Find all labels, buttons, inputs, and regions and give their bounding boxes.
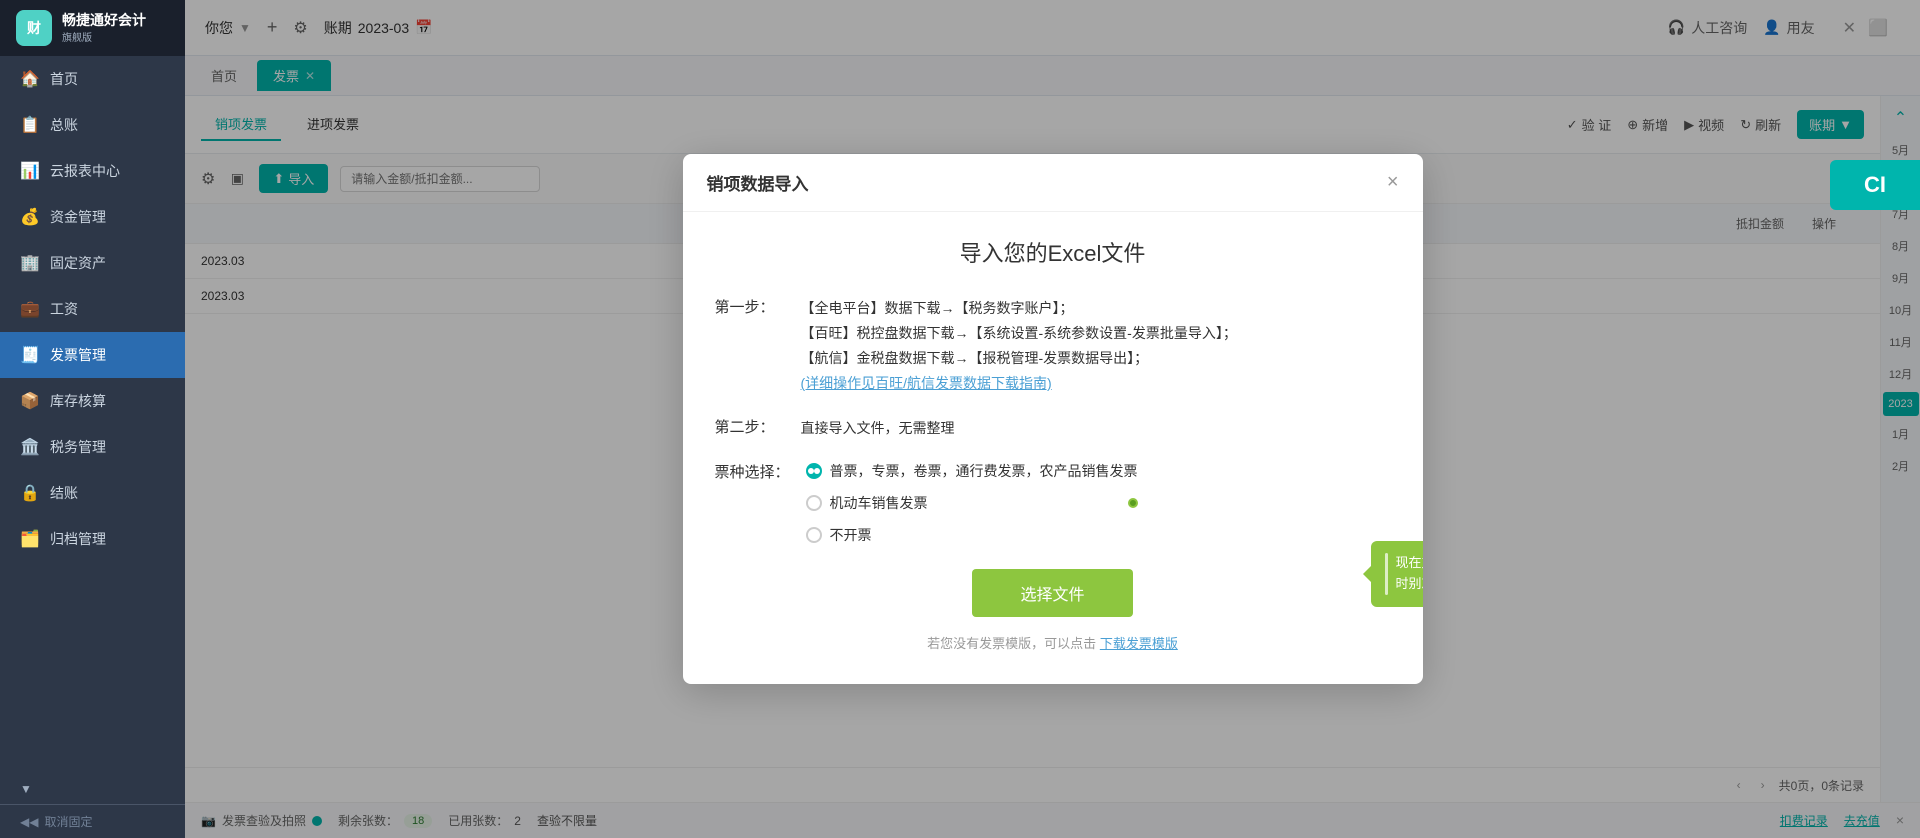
sidebar-cancel-pin[interactable]: ◀◀ 取消固定 <box>0 804 185 838</box>
ci-badge: CI <box>1830 160 1920 210</box>
sidebar-item-archive[interactable]: 🗂️ 归档管理 <box>0 516 185 562</box>
app-logo: 财 <box>16 10 52 46</box>
sidebar-item-tax[interactable]: 🏛️ 税务管理 <box>0 424 185 470</box>
step1-content: 【全电平台】数据下载→【税务数字账户】； 【百旺】税控盘数据下载→【系统设置-系… <box>801 296 1237 397</box>
app-title: 畅捷通好会计 旗舰版 <box>62 12 146 44</box>
modal-body: 导入您的Excel文件 第一步： 【全电平台】数据下载→【税务数字账户】； 【百… <box>683 212 1423 685</box>
ledger-icon: 📋 <box>20 115 40 135</box>
ticket-options: 普票，专票，卷票，通行费发票，农产品销售发票 机动车销售发票 不开票 <box>806 461 1138 545</box>
pin-icon: ◀◀ <box>20 815 38 829</box>
archive-icon: 🗂️ <box>20 529 40 549</box>
modal-header: 销项数据导入 × <box>683 154 1423 212</box>
step1-label: 第一步： <box>715 296 785 317</box>
ticket-select-label: 票种选择： <box>715 461 790 482</box>
close-books-icon: 🔒 <box>20 483 40 503</box>
ticket-option-2[interactable]: 机动车销售发票 <box>806 493 1138 513</box>
fund-icon: 💰 <box>20 207 40 227</box>
sidebar-item-close-books[interactable]: 🔒 结账 <box>0 470 185 516</box>
step1-guide-link[interactable]: (详细操作见百旺/航信发票数据下载指南) <box>801 375 1052 391</box>
radio-btn-3[interactable] <box>806 527 822 543</box>
ticket-option-1[interactable]: 普票，专票，卷票，通行费发票，农产品销售发票 <box>806 461 1138 481</box>
tax-icon: 🏛️ <box>20 437 40 457</box>
sidebar-item-inventory[interactable]: 📦 库存核算 <box>0 378 185 424</box>
sidebar-nav: 🏠 首页 📋 总账 📊 云报表中心 💰 资金管理 🏢 固定资产 💼 工资 <box>0 56 185 774</box>
sidebar-item-cloud-report[interactable]: 📊 云报表中心 <box>0 148 185 194</box>
cloud-report-icon: 📊 <box>20 161 40 181</box>
modal-close-btn[interactable]: × <box>1387 172 1399 192</box>
invoice-icon: 🧾 <box>20 345 40 365</box>
ticket-select-row: 票种选择： 普票，专票，卷票，通行费发票，农产品销售发票 机动车销售发票 <box>715 461 1391 545</box>
modal-title: 销项数据导入 <box>707 170 809 195</box>
tooltip-bar <box>1385 553 1388 595</box>
sidebar-item-home[interactable]: 🏠 首页 <box>0 56 185 102</box>
modal-footer-note: 若您没有发票模版，可以点击 下载发票模版 <box>715 633 1391 652</box>
sidebar-item-salary[interactable]: 💼 工资 <box>0 286 185 332</box>
tooltip-connector-dot <box>1128 498 1138 508</box>
step1-row: 第一步： 【全电平台】数据下载→【税务数字账户】； 【百旺】税控盘数据下载→【系… <box>715 296 1391 397</box>
select-file-btn[interactable]: 选择文件 <box>972 569 1132 617</box>
scroll-down-icon: ▼ <box>20 782 32 796</box>
import-modal: 销项数据导入 × 导入您的Excel文件 第一步： 【全电平台】数据下载→【税务… <box>683 154 1423 685</box>
sidebar-scroll-down[interactable]: ▼ <box>0 774 185 804</box>
inventory-icon: 📦 <box>20 391 40 411</box>
sidebar-item-fund[interactable]: 💰 资金管理 <box>0 194 185 240</box>
tooltip-bubble: × 现在支持的票种多了，导入发票时别忘了选择正确的发票类型呀! <box>1371 541 1423 607</box>
step2-row: 第二步： 直接导入文件，无需整理 <box>715 416 1391 441</box>
radio-btn-2[interactable] <box>806 495 822 511</box>
modal-heading: 导入您的Excel文件 <box>715 236 1391 268</box>
select-file-container: 选择文件 <box>715 569 1391 617</box>
step2-content: 直接导入文件，无需整理 <box>801 416 955 441</box>
sidebar-header: 财 畅捷通好会计 旗舰版 <box>0 0 185 56</box>
radio-btn-1[interactable] <box>806 463 822 479</box>
salary-icon: 💼 <box>20 299 40 319</box>
sidebar-item-ledger[interactable]: 📋 总账 <box>0 102 185 148</box>
download-template-link[interactable]: 下载发票模版 <box>1100 636 1178 651</box>
home-icon: 🏠 <box>20 69 40 89</box>
fixed-assets-icon: 🏢 <box>20 253 40 273</box>
tooltip-text: 现在支持的票种多了，导入发票时别忘了选择正确的发票类型呀! <box>1396 553 1423 595</box>
modal-overlay: 销项数据导入 × 导入您的Excel文件 第一步： 【全电平台】数据下载→【税务… <box>185 0 1920 838</box>
sidebar: 财 畅捷通好会计 旗舰版 🏠 首页 📋 总账 📊 云报表中心 💰 资金管理 <box>0 0 185 838</box>
sidebar-item-invoice[interactable]: 🧾 发票管理 <box>0 332 185 378</box>
ticket-option-3[interactable]: 不开票 <box>806 525 1138 545</box>
step2-label: 第二步： <box>715 416 785 437</box>
sidebar-item-fixed-assets[interactable]: 🏢 固定资产 <box>0 240 185 286</box>
